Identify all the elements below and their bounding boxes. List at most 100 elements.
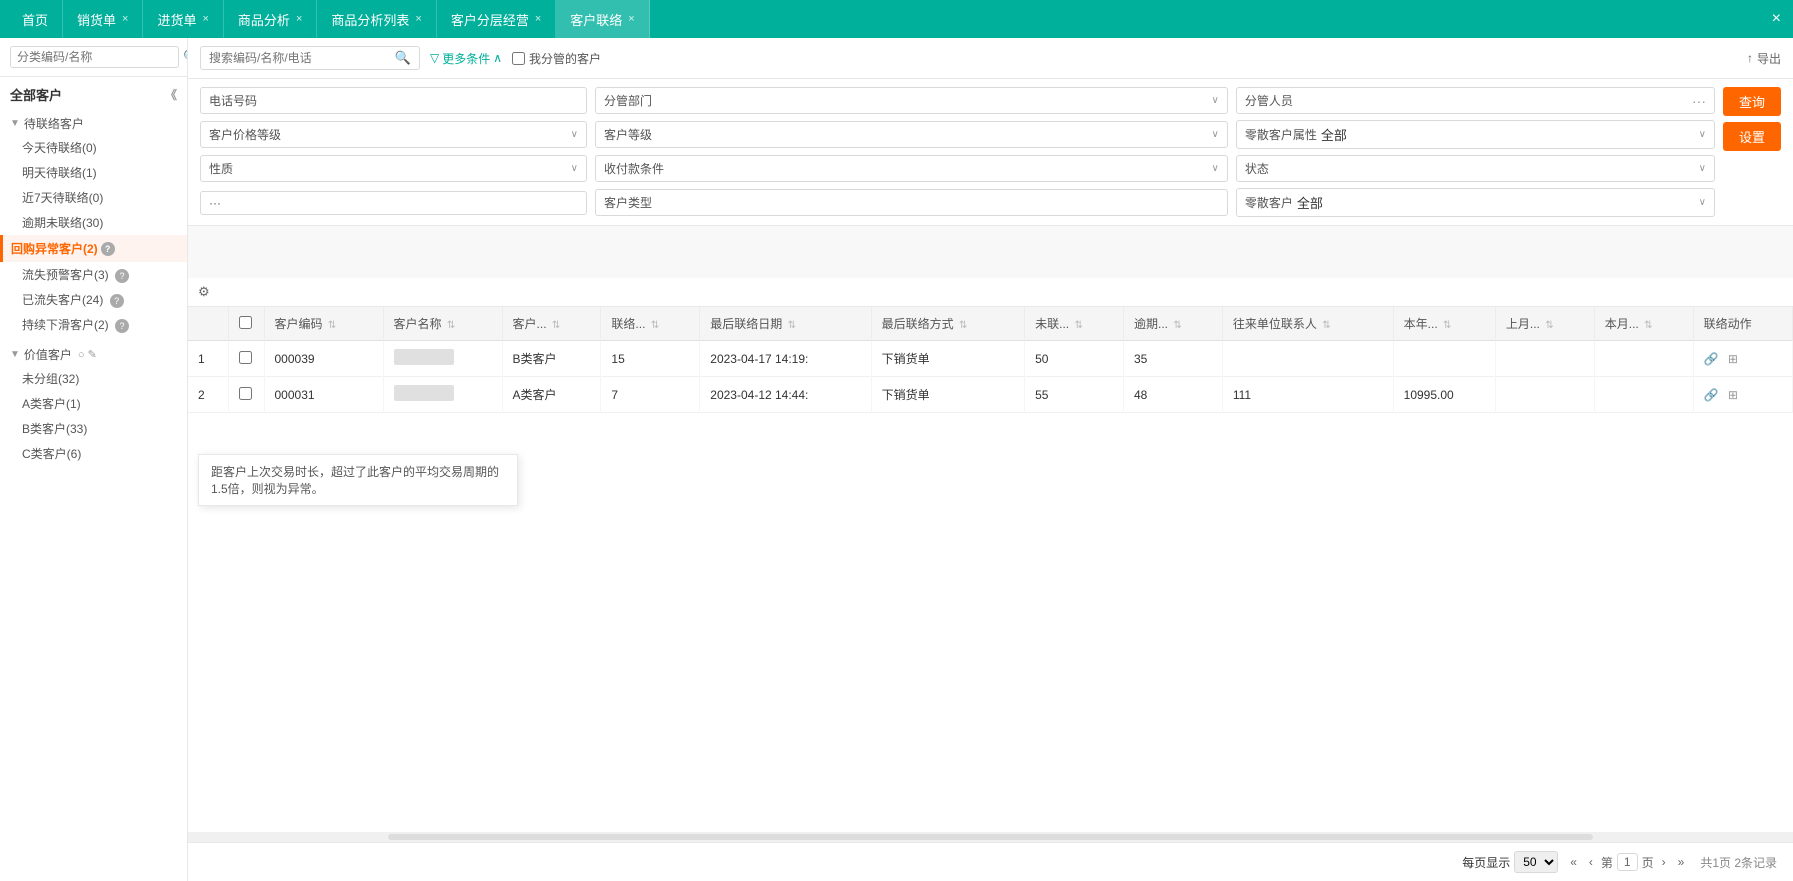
filter-retail-customer-field[interactable]: 零散客户 全部 ∨ xyxy=(1236,188,1715,217)
settings-button[interactable]: 设置 xyxy=(1723,122,1781,151)
sort-name-icon[interactable]: ⇅ xyxy=(447,320,455,331)
table-settings-icon[interactable]: ⚙ xyxy=(198,284,210,300)
scrollbar-track[interactable] xyxy=(388,834,1593,840)
filter-button-group: 查询 设置 xyxy=(1723,87,1781,217)
action-link-2[interactable]: 🔗 xyxy=(1704,388,1719,402)
action-grid-2[interactable]: ⊞ xyxy=(1728,388,1738,402)
export-button[interactable]: ↑ 导出 xyxy=(1747,50,1781,67)
filter-gender-field[interactable]: 性质 ∨ xyxy=(200,155,587,182)
filter-search-icon[interactable]: 🔍 xyxy=(395,50,411,66)
filter-status-field[interactable]: 状态 ∨ xyxy=(1236,155,1715,182)
sort-last-month-icon[interactable]: ⇅ xyxy=(1545,320,1553,331)
tab-product-analysis-list[interactable]: 商品分析列表 × xyxy=(317,0,436,38)
filter-more-dots-field[interactable]: ··· xyxy=(200,191,587,215)
sidebar-item-declining[interactable]: 持续下滑客户(2) ? xyxy=(0,312,187,337)
sort-this-year-icon[interactable]: ⇅ xyxy=(1443,320,1451,331)
pending-contact-label: 待联络客户 xyxy=(24,115,84,132)
sort-overdue-icon[interactable]: ⇅ xyxy=(1173,320,1181,331)
per-page-select[interactable]: 50 xyxy=(1514,851,1558,873)
sidebar-item-unclassified[interactable]: 未分组(32) xyxy=(0,366,187,391)
method-link-1[interactable]: 下销货单 xyxy=(882,352,930,366)
filter-retail-attr-field[interactable]: 零散客户属性 全部 ∨ xyxy=(1236,120,1715,149)
td-name-2 xyxy=(383,377,502,413)
sidebar-item-7days-contact[interactable]: 近7天待联络(0) xyxy=(0,185,187,210)
td-checkbox-2 xyxy=(228,377,264,413)
tab-close-product-analysis[interactable]: × xyxy=(296,13,302,25)
pending-contact-group[interactable]: ▼ 待联络客户 xyxy=(0,110,187,135)
query-button[interactable]: 查询 xyxy=(1723,87,1781,116)
customer-level-arrow: ∨ xyxy=(1212,129,1219,140)
more-conditions-button[interactable]: ▽ 更多条件 ∧ xyxy=(430,50,502,67)
content-area: 🔍 ▽ 更多条件 ∧ 我分管的客户 ↑ 导出 xyxy=(188,38,1793,881)
th-label-name: 客户名称 xyxy=(394,317,442,331)
sort-code-icon[interactable]: ⇅ xyxy=(328,320,336,331)
select-all-checkbox[interactable] xyxy=(239,316,252,329)
my-customers-checkbox-group: 我分管的客户 xyxy=(512,50,601,67)
sort-uncontacted-icon[interactable]: ⇅ xyxy=(1074,320,1082,331)
td-uncontacted-1: 50 xyxy=(1025,341,1124,377)
value-customers-edit-icon[interactable]: ○ ✎ xyxy=(78,348,97,361)
page-navigation: « ‹ 第 1 页 › » 共1页 2条记录 xyxy=(1566,853,1777,871)
method-link-2[interactable]: 下销货单 xyxy=(882,388,930,402)
tab-close-sales-order[interactable]: × xyxy=(122,13,128,25)
action-link-1[interactable]: 🔗 xyxy=(1704,352,1719,366)
customer-name-blur-2 xyxy=(394,385,454,401)
declining-info-icon[interactable]: ? xyxy=(115,319,129,333)
filter-phone-field[interactable]: 电话号码 xyxy=(200,87,587,114)
value-customers-group[interactable]: ▼ 价值客户 ○ ✎ xyxy=(0,341,187,366)
last-page-button[interactable]: » xyxy=(1674,853,1689,871)
sidebar-item-today-contact[interactable]: 今天待联络(0) xyxy=(0,135,187,160)
sidebar-search-input[interactable] xyxy=(10,46,179,68)
churn-warning-info-icon[interactable]: ? xyxy=(115,269,129,283)
filter-payment-field[interactable]: 收付款条件 ∨ xyxy=(595,155,1228,182)
sidebar-item-churned[interactable]: 已流失客户(24) ? xyxy=(0,287,187,312)
sort-contact-icon[interactable]: ⇅ xyxy=(651,320,659,331)
filter-branch-dept-field[interactable]: 分管部门 ∨ xyxy=(595,87,1228,114)
filter-price-level-field[interactable]: 客户价格等级 ∨ xyxy=(200,121,587,148)
sidebar-item-class-b[interactable]: B类客户(33) xyxy=(0,416,187,441)
horizontal-scrollbar[interactable] xyxy=(188,832,1793,842)
sort-this-month-icon[interactable]: ⇅ xyxy=(1644,320,1652,331)
tab-customer-contact[interactable]: 客户联络 × xyxy=(556,0,649,38)
sidebar-item-churn-warning[interactable]: 流失预警客户(3) ? xyxy=(0,262,187,287)
per-page-selector: 每页显示 50 xyxy=(1462,851,1558,873)
sidebar-item-tomorrow-contact[interactable]: 明天待联络(1) xyxy=(0,160,187,185)
filter-customer-level-field[interactable]: 客户等级 ∨ xyxy=(595,121,1228,148)
tab-close-customer-segmentation[interactable]: × xyxy=(535,13,541,25)
sidebar-item-overdue-contact[interactable]: 逾期未联络(30) xyxy=(0,210,187,235)
sidebar-collapse-icon[interactable]: 《 xyxy=(165,86,177,103)
tab-sales-order[interactable]: 销货单 × xyxy=(63,0,143,38)
sort-level-icon[interactable]: ⇅ xyxy=(552,320,560,331)
sort-contact-person-icon[interactable]: ⇅ xyxy=(1322,320,1330,331)
tab-customer-segmentation[interactable]: 客户分层经营 × xyxy=(437,0,556,38)
th-label-code: 客户编码 xyxy=(275,317,323,331)
my-customers-checkbox[interactable] xyxy=(512,52,525,65)
tab-product-analysis[interactable]: 商品分析 × xyxy=(224,0,317,38)
sort-method-icon[interactable]: ⇅ xyxy=(959,320,967,331)
branch-person-dots[interactable]: ··· xyxy=(1692,93,1706,109)
prev-page-button[interactable]: ‹ xyxy=(1585,853,1597,871)
next-page-button[interactable]: › xyxy=(1658,853,1670,871)
tab-close-purchase-order[interactable]: × xyxy=(202,13,208,25)
row2-checkbox[interactable] xyxy=(239,387,252,400)
td-this-month-1 xyxy=(1594,341,1693,377)
td-last-month-1 xyxy=(1495,341,1594,377)
row1-checkbox[interactable] xyxy=(239,351,252,364)
action-grid-1[interactable]: ⊞ xyxy=(1728,352,1738,366)
table-row: 2 000031 A类客户 7 2023-04-12 14:44: 下销货单 xyxy=(188,377,1793,413)
filter-customer-type-field[interactable]: 客户类型 xyxy=(595,189,1228,216)
tab-close-customer-contact[interactable]: × xyxy=(628,13,634,25)
sidebar-item-repurchase-abnormal[interactable]: 回购异常客户(2) ? xyxy=(0,235,187,262)
sidebar-item-class-a[interactable]: A类客户(1) xyxy=(0,391,187,416)
tab-home[interactable]: 首页 xyxy=(8,0,63,38)
window-close-button[interactable]: × xyxy=(1772,10,1781,28)
first-page-button[interactable]: « xyxy=(1566,853,1581,871)
churned-info-icon[interactable]: ? xyxy=(110,294,124,308)
sidebar-item-class-c[interactable]: C类客户(6) xyxy=(0,441,187,466)
sort-date-icon[interactable]: ⇅ xyxy=(788,320,796,331)
tab-purchase-order[interactable]: 进货单 × xyxy=(143,0,223,38)
filter-search-input[interactable] xyxy=(209,51,395,65)
tab-close-product-analysis-list[interactable]: × xyxy=(415,13,421,25)
filter-branch-person-field[interactable]: 分管人员 ··· xyxy=(1236,87,1715,114)
repurchase-info-icon[interactable]: ? xyxy=(101,242,115,256)
